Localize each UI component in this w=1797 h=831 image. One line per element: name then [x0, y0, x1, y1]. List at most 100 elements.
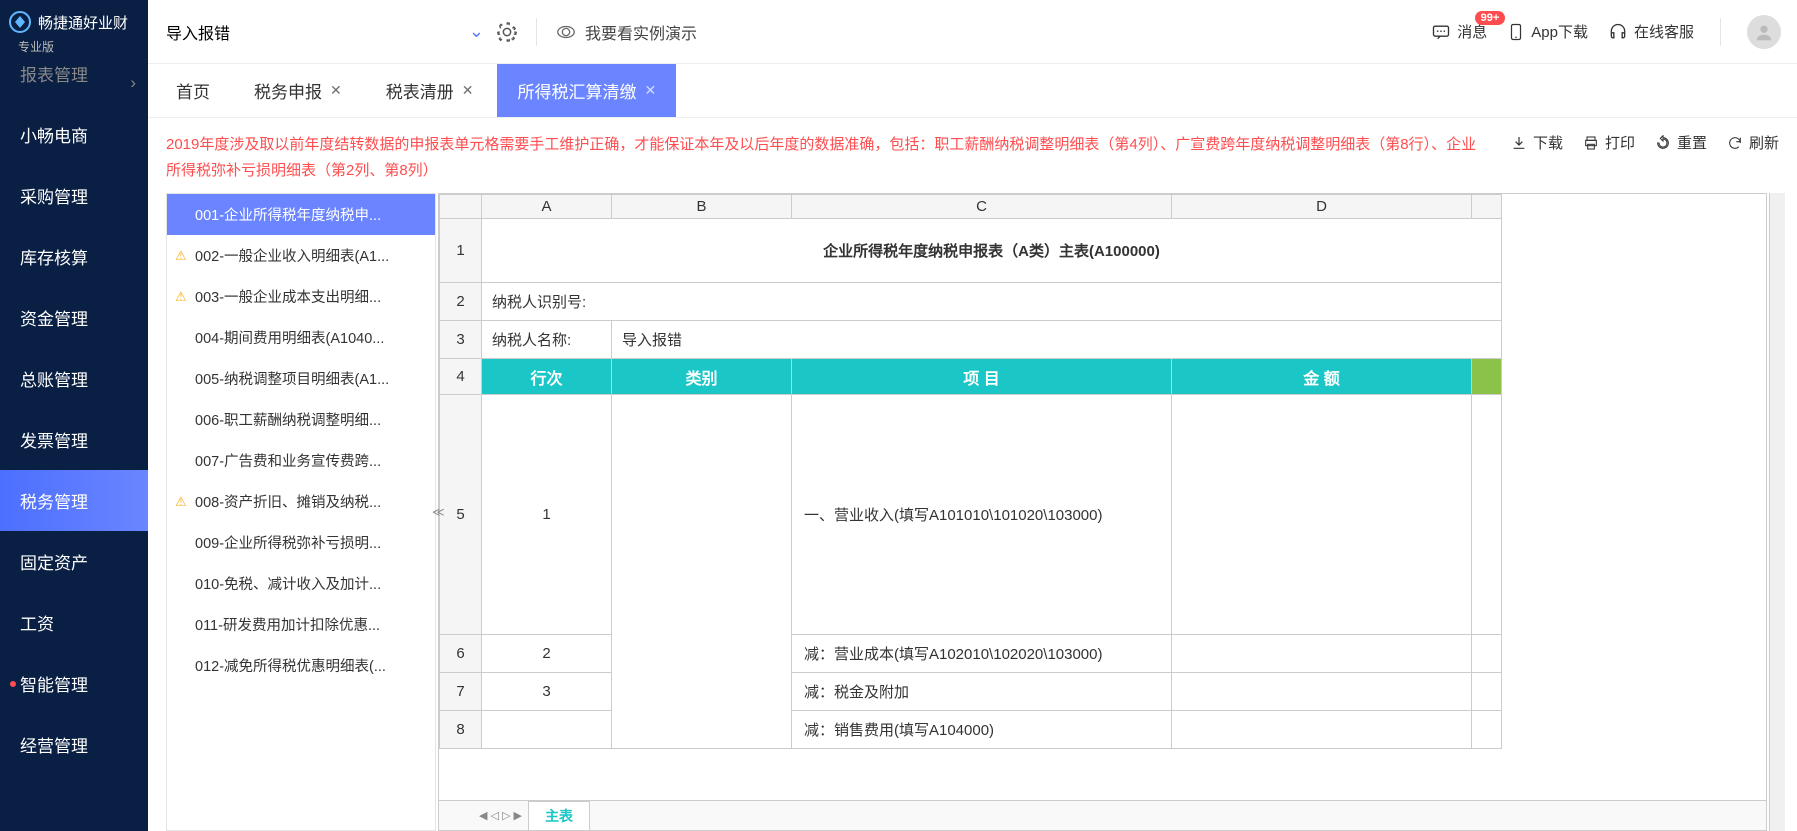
cell-amount[interactable] — [1172, 673, 1472, 711]
cell-amount[interactable] — [1172, 711, 1472, 749]
nav-item-purchase[interactable]: 采购管理 — [0, 165, 148, 226]
search-input[interactable] — [164, 17, 461, 47]
nav-item-business[interactable]: 经营管理 — [0, 714, 148, 775]
sheet-body[interactable]: A B C D 1 企业所得税年度纳税申报表（A类）主表(A100000) 2 — [439, 194, 1766, 800]
nav-item-ledger[interactable]: 总账管理 — [0, 348, 148, 409]
close-icon[interactable]: ✕ — [462, 82, 474, 99]
refresh-icon — [1727, 135, 1743, 151]
form-item[interactable]: 009-企业所得税弥补亏损明... — [167, 522, 435, 563]
demo-link[interactable]: 我要看实例演示 — [555, 20, 697, 44]
cell-amount[interactable] — [1172, 635, 1472, 673]
cell[interactable] — [1472, 635, 1502, 673]
row-header[interactable]: 2 — [440, 283, 482, 321]
header-extra — [1472, 359, 1502, 395]
nav-item-funds[interactable]: 资金管理 — [0, 287, 148, 348]
row-header[interactable]: 6 — [440, 635, 482, 673]
row-header[interactable]: 5 — [440, 395, 482, 635]
cell-item[interactable]: 减：税金及附加 — [792, 673, 1172, 711]
topbar-right: 消息 99+ App下载 在线客服 — [1431, 15, 1781, 49]
cell-amount[interactable] — [1172, 395, 1472, 635]
nav-item-assets[interactable]: 固定资产 — [0, 531, 148, 592]
logo: 畅捷通好业财 — [0, 0, 148, 38]
nav-item-salary[interactable]: 工资 — [0, 592, 148, 653]
print-button[interactable]: 打印 — [1583, 132, 1635, 153]
row-header[interactable]: 8 — [440, 711, 482, 749]
form-item[interactable]: 005-纳税调整项目明细表(A1... — [167, 358, 435, 399]
cell[interactable]: 1 — [482, 395, 612, 635]
cell[interactable]: 3 — [482, 673, 612, 711]
col-header[interactable]: A — [482, 195, 612, 219]
col-header[interactable]: D — [1172, 195, 1472, 219]
taxpayer-id-label[interactable]: 纳税人识别号: — [482, 283, 1502, 321]
cell-category[interactable] — [612, 395, 792, 749]
cell[interactable] — [1472, 395, 1502, 635]
scrollbar[interactable] — [1769, 193, 1785, 831]
form-item[interactable]: ⚠003-一般企业成本支出明细... — [167, 276, 435, 317]
sheet-title[interactable]: 企业所得税年度纳税申报表（A类）主表(A100000) — [482, 219, 1502, 283]
tab-tax-list[interactable]: 税表清册✕ — [366, 64, 494, 117]
header-item: 项 目 — [792, 359, 1172, 395]
actions: 下载 打印 重置 刷新 — [1511, 132, 1779, 153]
gear-icon[interactable] — [496, 21, 518, 43]
support-button[interactable]: 在线客服 — [1608, 21, 1694, 42]
form-item[interactable]: ⚠008-资产折旧、摊销及纳税... — [167, 481, 435, 522]
corner-cell[interactable] — [440, 195, 482, 219]
form-item[interactable]: 004-期间费用明细表(A1040... — [167, 317, 435, 358]
row-header[interactable]: 1 — [440, 219, 482, 283]
tab-tax-declare[interactable]: 税务申报✕ — [234, 64, 362, 117]
sheet-tabs: ◀ ◁ ▷ ▶ 主表 — [439, 800, 1766, 830]
print-icon — [1583, 135, 1599, 151]
col-header[interactable] — [1472, 195, 1502, 219]
form-item[interactable]: 010-免税、减计收入及加计... — [167, 563, 435, 604]
form-item[interactable]: 011-研发费用加计扣除优惠... — [167, 604, 435, 645]
nav-item-tax[interactable]: 税务管理 — [0, 470, 148, 531]
refresh-button[interactable]: 刷新 — [1727, 132, 1779, 153]
taxpayer-name-label[interactable]: 纳税人名称: — [482, 321, 612, 359]
row-header[interactable]: 4 — [440, 359, 482, 395]
planet-icon — [555, 21, 577, 43]
search-box: ⌄ — [164, 17, 484, 47]
form-item[interactable]: ⚠002-一般企业收入明细表(A1... — [167, 235, 435, 276]
warning-icon: ⚠ — [175, 289, 187, 305]
cell-item[interactable]: 减：营业成本(填写A102010\102020\103000) — [792, 635, 1172, 673]
messages-button[interactable]: 消息 99+ — [1431, 21, 1487, 42]
nav-item-truncated[interactable]: 报表管理 — [0, 61, 148, 104]
close-icon[interactable]: ✕ — [330, 82, 342, 99]
cell[interactable] — [1472, 711, 1502, 749]
form-item[interactable]: 001-企业所得税年度纳税申... — [167, 194, 435, 235]
avatar[interactable] — [1747, 15, 1781, 49]
nav-item-inventory[interactable]: 库存核算 — [0, 226, 148, 287]
taxpayer-name-value[interactable]: 导入报错 — [612, 321, 1502, 359]
sidebar: 畅捷通好业财 专业版 报表管理 小畅电商 采购管理 库存核算 资金管理 总账管理… — [0, 0, 148, 831]
sheet-tab-main[interactable]: 主表 — [528, 801, 590, 830]
warning-icon: ⚠ — [175, 248, 187, 264]
row-header[interactable]: 7 — [440, 673, 482, 711]
reset-button[interactable]: 重置 — [1655, 132, 1707, 153]
tab-income-tax[interactable]: 所得税汇算清缴✕ — [497, 64, 676, 117]
col-header[interactable]: B — [612, 195, 792, 219]
app-download-button[interactable]: App下载 — [1507, 21, 1588, 42]
header-line: 行次 — [482, 359, 612, 395]
form-item[interactable]: 007-广告费和业务宣传费跨... — [167, 440, 435, 481]
form-item[interactable]: 006-职工薪酬纳税调整明细... — [167, 399, 435, 440]
cell-item[interactable]: 减：销售费用(填写A104000) — [792, 711, 1172, 749]
support-label: 在线客服 — [1634, 21, 1694, 42]
chevron-down-icon[interactable]: ⌄ — [469, 21, 484, 42]
tab-home[interactable]: 首页 — [156, 64, 230, 117]
close-icon[interactable]: ✕ — [644, 82, 656, 99]
nav-item-smart[interactable]: 智能管理 — [0, 653, 148, 714]
download-button[interactable]: 下载 — [1511, 132, 1563, 153]
cell[interactable] — [482, 711, 612, 749]
brand-edition: 专业版 — [0, 38, 148, 61]
notice-row: 2019年度涉及取以前年度结转数据的申报表单元格需要手工维护正确，才能保证本年及… — [148, 118, 1797, 193]
nav-item-invoice[interactable]: 发票管理 — [0, 409, 148, 470]
cell[interactable]: 2 — [482, 635, 612, 673]
cell-item[interactable]: 一、营业收入(填写A101010\101020\103000) — [792, 395, 1172, 635]
sheet-nav[interactable]: ◀ ◁ ▷ ▶ — [479, 809, 522, 822]
form-item[interactable]: 012-减免所得税优惠明细表(... — [167, 645, 435, 686]
nav-item-ecommerce[interactable]: 小畅电商 — [0, 104, 148, 165]
row-header[interactable]: 3 — [440, 321, 482, 359]
cell[interactable] — [1472, 673, 1502, 711]
col-header[interactable]: C — [792, 195, 1172, 219]
collapse-icon[interactable]: ≪ — [432, 505, 445, 519]
